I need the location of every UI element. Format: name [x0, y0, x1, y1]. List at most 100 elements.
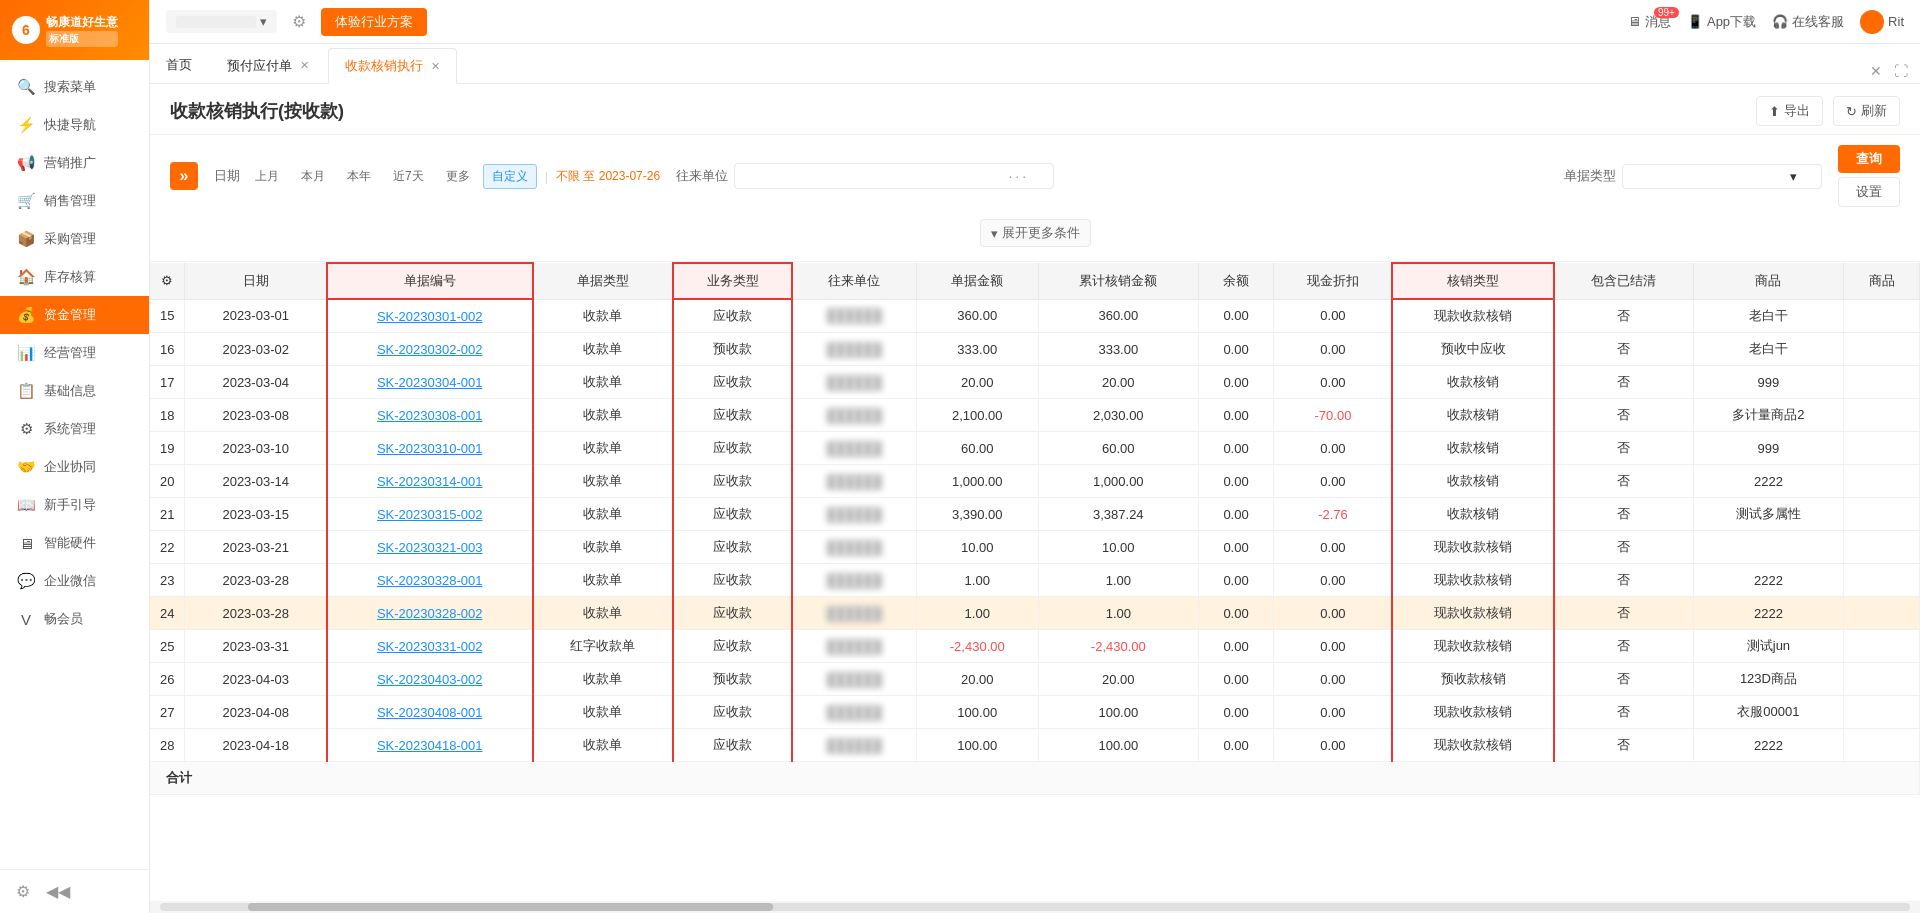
- cell-included: 否: [1554, 729, 1694, 762]
- cell-balance: 0.00: [1198, 696, 1274, 729]
- cell-partner: ██████: [792, 498, 916, 531]
- export-btn[interactable]: ⬆ 导出: [1756, 96, 1823, 126]
- bill-no-link[interactable]: SK-20230328-002: [377, 606, 483, 621]
- gear-icon[interactable]: ⚙: [285, 8, 313, 36]
- table-total-row: 合计: [150, 762, 1920, 795]
- cell-bill-no: SK-20230310-001: [327, 432, 533, 465]
- sidebar-item-fund[interactable]: 💰资金管理: [0, 296, 149, 334]
- sidebar-item-inventory[interactable]: 🏠库存核算: [0, 258, 149, 296]
- th-settings[interactable]: ⚙: [150, 263, 185, 299]
- th-bill-type: 单据类型: [533, 263, 673, 299]
- cell-date: 2023-03-02: [185, 333, 327, 366]
- bill-type-chevron: ▾: [1790, 169, 1797, 184]
- bill-no-link[interactable]: SK-20230321-003: [377, 540, 483, 555]
- th-biz-type: 业务类型: [673, 263, 792, 299]
- user-area[interactable]: Rit: [1860, 10, 1904, 34]
- bill-no-link[interactable]: SK-20230310-001: [377, 441, 483, 456]
- bill-no-link[interactable]: SK-20230314-001: [377, 474, 483, 489]
- app-download-label: App下载: [1707, 13, 1756, 31]
- filter-date-item: 日期 上月 本月 本年 近7天 更多 自定义 | 不限 至 2023-07-26: [214, 164, 660, 189]
- cell-included: 否: [1554, 696, 1694, 729]
- date-btn-custom[interactable]: 自定义: [483, 164, 537, 189]
- cell-bill-type: 收款单: [533, 299, 673, 333]
- sidebar-wechat-label: 企业微信: [44, 572, 96, 590]
- cell-date: 2023-04-08: [185, 696, 327, 729]
- expand-more-btn[interactable]: ▾ 展开更多条件: [980, 219, 1091, 247]
- cell-product1: 999: [1693, 366, 1843, 399]
- bill-no-link[interactable]: SK-20230418-001: [377, 738, 483, 753]
- industry-btn[interactable]: 体验行业方案: [321, 8, 427, 36]
- tab-expand-icon[interactable]: ⛶: [1890, 59, 1912, 83]
- sidebar-system-icon: ⚙: [16, 420, 36, 438]
- user-avatar: [1860, 10, 1884, 34]
- horizontal-scrollbar[interactable]: [150, 901, 1920, 913]
- cell-partner: ██████: [792, 729, 916, 762]
- bill-no-link[interactable]: SK-20230302-002: [377, 342, 483, 357]
- sidebar-item-operation[interactable]: 📊经营管理: [0, 334, 149, 372]
- page-header: 收款核销执行(按收款) ⬆ 导出 ↻ 刷新: [150, 84, 1920, 135]
- tab-collection-close[interactable]: ✕: [431, 60, 440, 73]
- date-btn-more[interactable]: 更多: [437, 164, 479, 189]
- date-btn-last-month[interactable]: 上月: [246, 164, 288, 189]
- sidebar-item-search[interactable]: 🔍搜索菜单: [0, 68, 149, 106]
- sidebar-item-sales[interactable]: 🛒销售管理: [0, 182, 149, 220]
- bill-no-link[interactable]: SK-20230408-001: [377, 705, 483, 720]
- sidebar-item-system[interactable]: ⚙系统管理: [0, 410, 149, 448]
- cell-product1: 2222: [1693, 729, 1843, 762]
- tab-prepay-close[interactable]: ✕: [300, 59, 309, 72]
- collapse-icon[interactable]: ◀◀: [46, 882, 70, 901]
- bill-no-link[interactable]: SK-20230331-002: [377, 639, 483, 654]
- partner-select[interactable]: ···: [734, 163, 1054, 189]
- cell-date: 2023-03-01: [185, 299, 327, 333]
- bill-no-link[interactable]: SK-20230328-001: [377, 573, 483, 588]
- cell-balance: 0.00: [1198, 663, 1274, 696]
- date-btn-7days[interactable]: 近7天: [384, 164, 433, 189]
- bill-type-select[interactable]: ▾: [1622, 164, 1822, 189]
- cell-included: 否: [1554, 333, 1694, 366]
- sidebar-item-basic[interactable]: 📋基础信息: [0, 372, 149, 410]
- app-download-btn[interactable]: 📱 App下载: [1687, 13, 1756, 31]
- cell-bill-no: SK-20230308-001: [327, 399, 533, 432]
- query-btn[interactable]: 查询: [1838, 145, 1900, 173]
- sidebar-item-quick[interactable]: ⚡快捷导航: [0, 106, 149, 144]
- bill-no-link[interactable]: SK-20230304-001: [377, 375, 483, 390]
- scrollbar-thumb[interactable]: [248, 903, 773, 911]
- cell-verify-type: 现款收款核销: [1392, 531, 1553, 564]
- cell-discount: 0.00: [1274, 299, 1393, 333]
- sidebar-item-guide[interactable]: 📖新手引导: [0, 486, 149, 524]
- bill-no-link[interactable]: SK-20230403-002: [377, 672, 483, 687]
- data-table-wrap: ⚙ 日期 单据编号 单据类型 业务类型 往来单位 单据金额 累计核销金额 余额 …: [150, 262, 1920, 901]
- bill-no-link[interactable]: SK-20230315-002: [377, 507, 483, 522]
- cell-product1: 测试多属性: [1693, 498, 1843, 531]
- bill-no-link[interactable]: SK-20230308-001: [377, 408, 483, 423]
- set-btn[interactable]: 设置: [1838, 177, 1900, 207]
- tab-collection[interactable]: 收款核销执行 ✕: [328, 48, 457, 84]
- online-service-btn[interactable]: 🎧 在线客服: [1772, 13, 1844, 31]
- logo-text: 畅康道好生意: [46, 14, 118, 31]
- sidebar-item-enterprise[interactable]: 🤝企业协同: [0, 448, 149, 486]
- sidebar-item-marketing[interactable]: 📢营销推广: [0, 144, 149, 182]
- tab-prepay[interactable]: 预付应付单 ✕: [210, 47, 326, 83]
- cell-discount: 0.00: [1274, 531, 1393, 564]
- cell-balance: 0.00: [1198, 399, 1274, 432]
- sidebar-item-purchase[interactable]: 📦采购管理: [0, 220, 149, 258]
- tab-close-all-icon[interactable]: ✕: [1866, 59, 1886, 83]
- bill-no-link[interactable]: SK-20230301-002: [377, 309, 483, 324]
- tab-home[interactable]: 首页: [150, 47, 208, 83]
- data-table: ⚙ 日期 单据编号 单据类型 业务类型 往来单位 单据金额 累计核销金额 余额 …: [150, 262, 1920, 795]
- message-btn[interactable]: 🖥 消息 99+: [1628, 13, 1671, 31]
- settings-footer-icon[interactable]: ⚙: [16, 882, 30, 901]
- partner-ellipsis: ···: [1008, 168, 1029, 184]
- cell-biz-type: 应收款: [673, 564, 792, 597]
- tab-collection-label: 收款核销执行: [345, 57, 423, 75]
- filter-toggle-btn[interactable]: »: [170, 162, 198, 190]
- sidebar-item-member[interactable]: V畅会员: [0, 600, 149, 638]
- sidebar-item-wechat[interactable]: 💬企业微信: [0, 562, 149, 600]
- cell-discount: 0.00: [1274, 432, 1393, 465]
- sidebar-item-hardware[interactable]: 🖥智能硬件: [0, 524, 149, 562]
- date-btn-this-month[interactable]: 本月: [292, 164, 334, 189]
- app-selector[interactable]: ▾: [166, 10, 277, 33]
- cell-product2: [1844, 399, 1920, 432]
- date-btn-this-year[interactable]: 本年: [338, 164, 380, 189]
- refresh-btn[interactable]: ↻ 刷新: [1833, 96, 1900, 126]
